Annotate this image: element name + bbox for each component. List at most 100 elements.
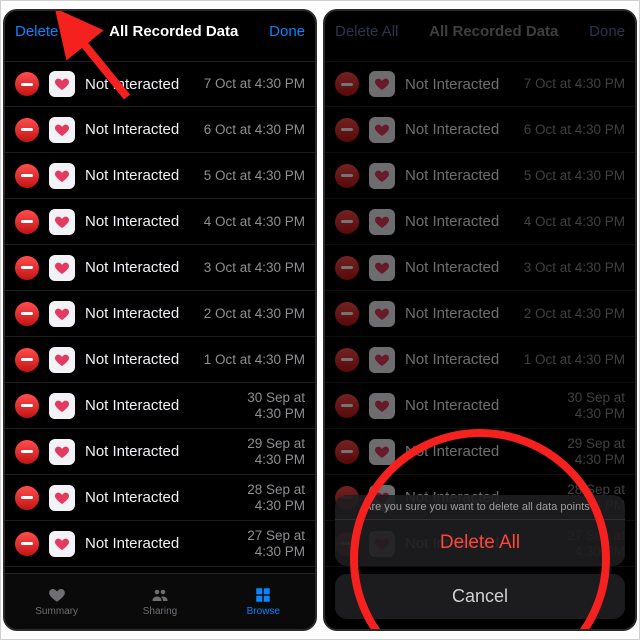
row-timestamp: 5 Oct at 4:30 PM: [524, 168, 625, 184]
tab-summary[interactable]: Summary: [5, 574, 108, 629]
row-label: Not Interacted: [85, 443, 179, 460]
row-label: Not Interacted: [405, 397, 499, 414]
delete-all-button[interactable]: Delete All: [335, 23, 398, 40]
row-timestamp: 5 Oct at 4:30 PM: [204, 168, 305, 184]
data-row[interactable]: Not Interacted7 Oct at 4:30 PM: [325, 61, 635, 107]
row-label: Not Interacted: [85, 259, 179, 276]
tab-sharing[interactable]: Sharing: [108, 574, 211, 629]
data-row[interactable]: Not Interacted29 Sep at 4:30 PM: [325, 429, 635, 475]
health-app-icon: [369, 347, 395, 373]
delete-row-icon[interactable]: [335, 440, 359, 464]
row-label: Not Interacted: [85, 535, 179, 552]
row-label: Not Interacted: [405, 213, 499, 230]
health-app-icon: [369, 71, 395, 97]
navbar: Delete All All Recorded Data Done: [325, 11, 635, 51]
row-timestamp: 7 Oct at 4:30 PM: [204, 76, 305, 92]
data-row[interactable]: Not Interacted4 Oct at 4:30 PM: [5, 199, 315, 245]
row-label: Not Interacted: [405, 259, 499, 276]
data-row[interactable]: Not Interacted 3 Oct at 4:30 PM: [325, 245, 635, 291]
delete-row-icon[interactable]: [15, 302, 39, 326]
delete-row-icon[interactable]: [15, 256, 39, 280]
done-button[interactable]: Done: [269, 23, 305, 40]
tab-browse[interactable]: Browse: [212, 574, 315, 629]
data-row[interactable]: Not Interacted29 Sep at 4:30 PM: [5, 429, 315, 475]
row-label: Not Interacted: [85, 167, 179, 184]
delete-row-icon[interactable]: [15, 164, 39, 188]
confirm-action-sheet: Are you sure you want to delete all data…: [335, 495, 625, 619]
tab-label: Summary: [35, 606, 78, 617]
row-timestamp: 1 Oct at 4:30 PM: [204, 352, 305, 368]
navbar: Delete All All Recorded Data Done: [5, 11, 315, 51]
data-row[interactable]: Not Interacted 5 Oct at 4:30 PM: [5, 153, 315, 199]
row-label: Not Interacted: [85, 489, 179, 506]
data-row[interactable]: Not Interacted4 Oct at 4:30 PM: [325, 199, 635, 245]
health-app-icon: [369, 439, 395, 465]
health-app-icon: [49, 209, 75, 235]
data-row[interactable]: Not Interacted3 Oct at 4:30 PM: [5, 245, 315, 291]
delete-row-icon[interactable]: [15, 118, 39, 142]
data-list: Not Interacted7 Oct at 4:30 PMNot Intera…: [5, 51, 315, 573]
delete-row-icon[interactable]: [15, 532, 39, 556]
health-app-icon: [49, 301, 75, 327]
row-label: Not Interacted: [405, 76, 499, 93]
data-row[interactable]: Not Interacted5 Oct at 4:30 PM: [325, 153, 635, 199]
people-icon: [149, 586, 171, 604]
row-label: Not Interacted: [85, 305, 179, 322]
health-app-icon: [49, 117, 75, 143]
data-row[interactable]: Not Interacted2 Oct at 4:30 PM: [325, 291, 635, 337]
delete-row-icon[interactable]: [15, 440, 39, 464]
heart-icon: [46, 586, 68, 604]
data-row[interactable]: Not Interacted 7 Oct at 4:30 PM: [5, 61, 315, 107]
row-timestamp: 1 Oct at 4:30 PM: [524, 352, 625, 368]
health-app-icon: [369, 163, 395, 189]
tab-bar: Summary Sharing Browse: [5, 573, 315, 629]
health-app-icon: [369, 255, 395, 281]
row-timestamp: 30 Sep at 4:30 PM: [567, 390, 625, 421]
delete-row-icon[interactable]: [335, 348, 359, 372]
data-row[interactable]: Not Interacted28 Sep at 4:30 PM: [5, 475, 315, 521]
delete-row-icon[interactable]: [335, 118, 359, 142]
health-app-icon: [49, 71, 75, 97]
delete-row-icon[interactable]: [335, 256, 359, 280]
tab-label: Browse: [247, 606, 280, 617]
health-app-icon: [49, 347, 75, 373]
delete-row-icon[interactable]: [335, 72, 359, 96]
delete-row-icon[interactable]: [15, 72, 39, 96]
data-row[interactable]: Not Interacted2 Oct at 4:30 PM: [5, 291, 315, 337]
row-timestamp: 6 Oct at 4:30 PM: [524, 122, 625, 138]
row-timestamp: 2 Oct at 4:30 PM: [524, 306, 625, 322]
done-button[interactable]: Done: [589, 23, 625, 40]
tab-label: Sharing: [143, 606, 177, 617]
data-row[interactable]: Not Interacted6 Oct at 4:30 PM: [5, 107, 315, 153]
sheet-prompt: Are you sure you want to delete all data…: [335, 495, 625, 520]
health-app-icon: [369, 301, 395, 327]
delete-row-icon[interactable]: [15, 348, 39, 372]
health-app-icon: [369, 209, 395, 235]
row-label: Not Interacted: [85, 397, 179, 414]
delete-row-icon[interactable]: [15, 210, 39, 234]
delete-row-icon[interactable]: [335, 394, 359, 418]
row-timestamp: 30 Sep at 4:30 PM: [247, 390, 305, 421]
data-row[interactable]: Not Interacted 30 Sep at 4:30 PM: [5, 383, 315, 429]
row-label: Not Interacted: [85, 121, 179, 138]
data-row[interactable]: Not Interacted 30 Sep at 4:30 PM: [325, 383, 635, 429]
row-timestamp: 3 Oct at 4:30 PM: [524, 260, 625, 276]
row-label: Not Interacted: [85, 213, 179, 230]
delete-row-icon[interactable]: [15, 394, 39, 418]
data-row[interactable]: Not Interacted6 Oct at 4:30 PM: [325, 107, 635, 153]
screenshot-pair: Delete All All Recorded Data Done Not In…: [0, 0, 640, 640]
row-label: Not Interacted: [85, 76, 179, 93]
delete-row-icon[interactable]: [15, 486, 39, 510]
delete-all-button[interactable]: Delete All: [15, 23, 78, 40]
data-row[interactable]: Not Interacted27 Sep at 4:30 PM: [5, 521, 315, 567]
health-app-icon: [369, 393, 395, 419]
data-row[interactable]: Not Interacted1 Oct at 4:30 PM: [5, 337, 315, 383]
sheet-cancel-button[interactable]: Cancel: [335, 574, 625, 619]
delete-row-icon[interactable]: [335, 164, 359, 188]
health-app-icon: [49, 485, 75, 511]
delete-row-icon[interactable]: [335, 210, 359, 234]
sheet-delete-all-button[interactable]: Delete All: [335, 520, 625, 566]
data-row[interactable]: Not Interacted1 Oct at 4:30 PM: [325, 337, 635, 383]
delete-row-icon[interactable]: [335, 302, 359, 326]
health-app-icon: [49, 531, 75, 557]
